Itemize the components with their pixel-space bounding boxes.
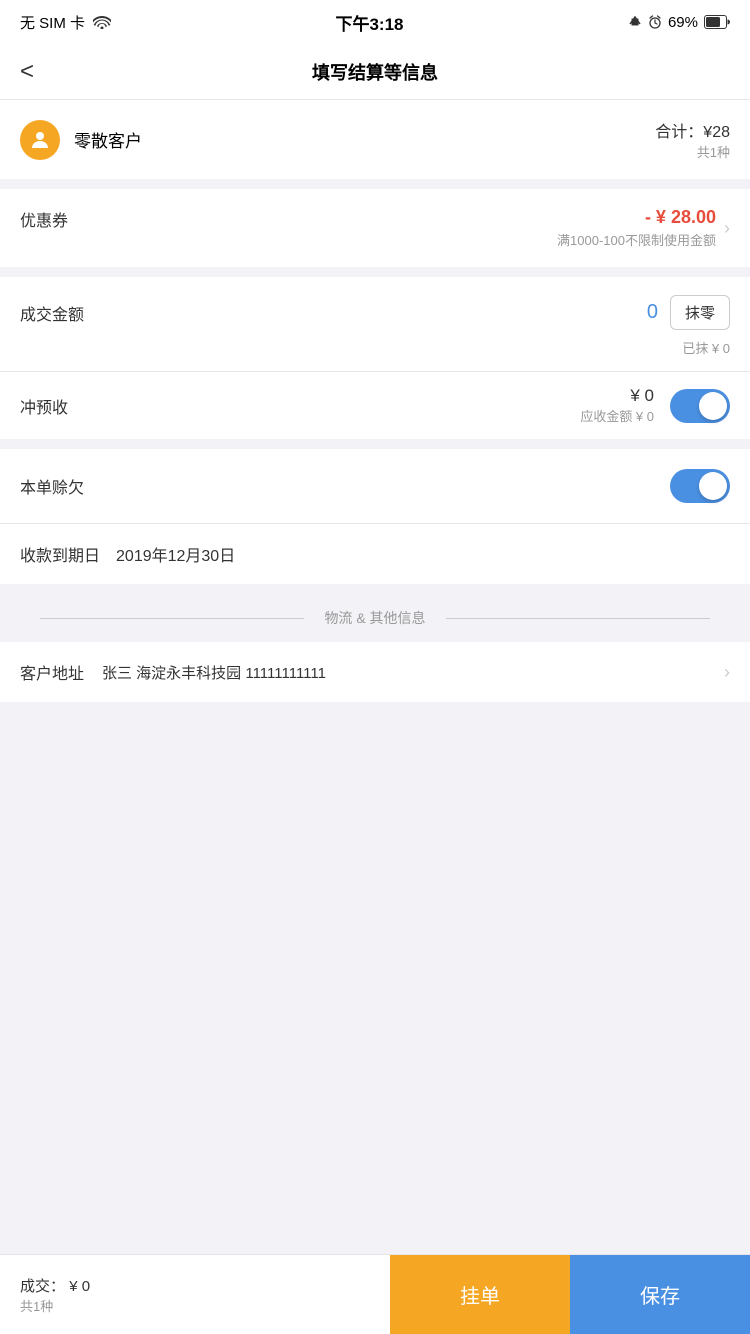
wifi-icon <box>93 15 111 29</box>
duedate-row: 收款到期日 2019年12月30日 <box>0 523 750 584</box>
transaction-row: 成交金额 0 抹零 <box>0 277 750 338</box>
transaction-value: 0 <box>647 301 658 324</box>
customer-right: 合计：¥28 共1种 <box>655 118 730 161</box>
customer-total: 合计：¥28 <box>655 118 730 142</box>
transaction-label: 成交金额 <box>20 301 84 325</box>
divider-line-right <box>446 618 710 619</box>
logistics-divider-section: 物流 & 其他信息 <box>0 594 750 642</box>
prereceive-toggle[interactable] <box>670 389 730 423</box>
deal-value: ¥ 0 <box>69 1278 90 1295</box>
logistics-label: 物流 & 其他信息 <box>324 608 425 628</box>
page-title: 填写结算等信息 <box>312 59 438 85</box>
divider-line-left <box>40 618 304 619</box>
logistics-divider-wrap: 物流 & 其他信息 <box>0 594 750 642</box>
status-bar: 无 SIM 卡 下午3:18 69% <box>0 0 750 44</box>
back-button[interactable]: < <box>20 58 34 86</box>
address-value: 张三 海淀永丰科技园 11111111111 <box>102 662 716 683</box>
chevron-right-icon: › <box>724 218 730 239</box>
transaction-right: 0 抹零 <box>647 295 730 330</box>
address-chevron-icon: › <box>724 662 730 683</box>
coupon-value: - ¥ 28.00 <box>557 207 716 228</box>
status-left: 无 SIM 卡 <box>20 12 111 33</box>
coupon-label: 优惠券 <box>20 207 100 231</box>
debt-section: 本单赊欠 收款到期日 2019年12月30日 <box>0 449 750 584</box>
alarm-icon <box>648 15 662 29</box>
status-right: 69% <box>628 14 730 31</box>
coupon-card: 优惠券 - ¥ 28.00 满1000-100不限制使用金额 › <box>0 189 750 267</box>
hold-button[interactable]: 挂单 <box>390 1255 570 1334</box>
duedate-value: 2019年12月30日 <box>116 542 235 566</box>
prereceive-right: ¥ 0 应收金额 ¥ 0 <box>580 386 730 425</box>
address-section: 客户地址 张三 海淀永丰科技园 11111111111 › <box>0 642 750 702</box>
coupon-sub: 满1000-100不限制使用金额 <box>557 230 716 249</box>
coupon-row[interactable]: 优惠券 - ¥ 28.00 满1000-100不限制使用金额 › <box>0 189 750 267</box>
round-button[interactable]: 抹零 <box>670 295 730 330</box>
customer-left: 零散客户 <box>20 120 142 160</box>
prereceive-amount: ¥ 0 应收金额 ¥ 0 <box>580 386 654 425</box>
nav-bar: < 填写结算等信息 <box>0 44 750 100</box>
duedate-label: 收款到期日 <box>20 542 100 566</box>
debt-label: 本单赊欠 <box>20 474 84 498</box>
debt-toggle-knob <box>699 472 727 500</box>
battery-icon <box>704 15 730 29</box>
debt-toggle[interactable] <box>670 469 730 503</box>
erased-label: 已抹 ¥ 0 <box>0 338 750 371</box>
prereceive-main: ¥ 0 <box>580 386 654 406</box>
prereceive-label: 冲预收 <box>20 394 68 418</box>
bottom-count: 共1种 <box>20 1296 370 1315</box>
avatar <box>20 120 60 160</box>
deal-label: 成交： <box>20 1278 65 1295</box>
bottom-deal: 成交： ¥ 0 <box>20 1275 370 1296</box>
coupon-right: - ¥ 28.00 满1000-100不限制使用金额 <box>557 207 716 249</box>
prereceive-row: 冲预收 ¥ 0 应收金额 ¥ 0 <box>0 371 750 439</box>
customer-count: 共1种 <box>655 142 730 161</box>
bottom-bar: 成交： ¥ 0 共1种 挂单 保存 <box>0 1254 750 1334</box>
debt-row: 本单赊欠 <box>0 449 750 523</box>
customer-name: 零散客户 <box>74 127 142 152</box>
customer-card: 零散客户 合计：¥28 共1种 <box>0 100 750 179</box>
status-time: 下午3:18 <box>335 10 403 35</box>
prereceive-sub: 应收金额 ¥ 0 <box>580 406 654 425</box>
address-label: 客户地址 <box>20 660 90 684</box>
toggle-knob <box>699 392 727 420</box>
no-sim-label: 无 SIM 卡 <box>20 12 85 33</box>
location-icon <box>628 15 642 29</box>
content-area: 零散客户 合计：¥28 共1种 优惠券 - ¥ 28.00 满1000-100不… <box>0 100 750 812</box>
customer-row: 零散客户 合计：¥28 共1种 <box>0 100 750 179</box>
save-button[interactable]: 保存 <box>570 1255 750 1334</box>
battery-label: 69% <box>668 14 698 31</box>
transaction-section: 成交金额 0 抹零 已抹 ¥ 0 冲预收 ¥ 0 应收金额 ¥ 0 <box>0 277 750 439</box>
address-row[interactable]: 客户地址 张三 海淀永丰科技园 11111111111 › <box>0 642 750 702</box>
user-icon <box>28 128 52 152</box>
bottom-info: 成交： ¥ 0 共1种 <box>0 1275 390 1315</box>
